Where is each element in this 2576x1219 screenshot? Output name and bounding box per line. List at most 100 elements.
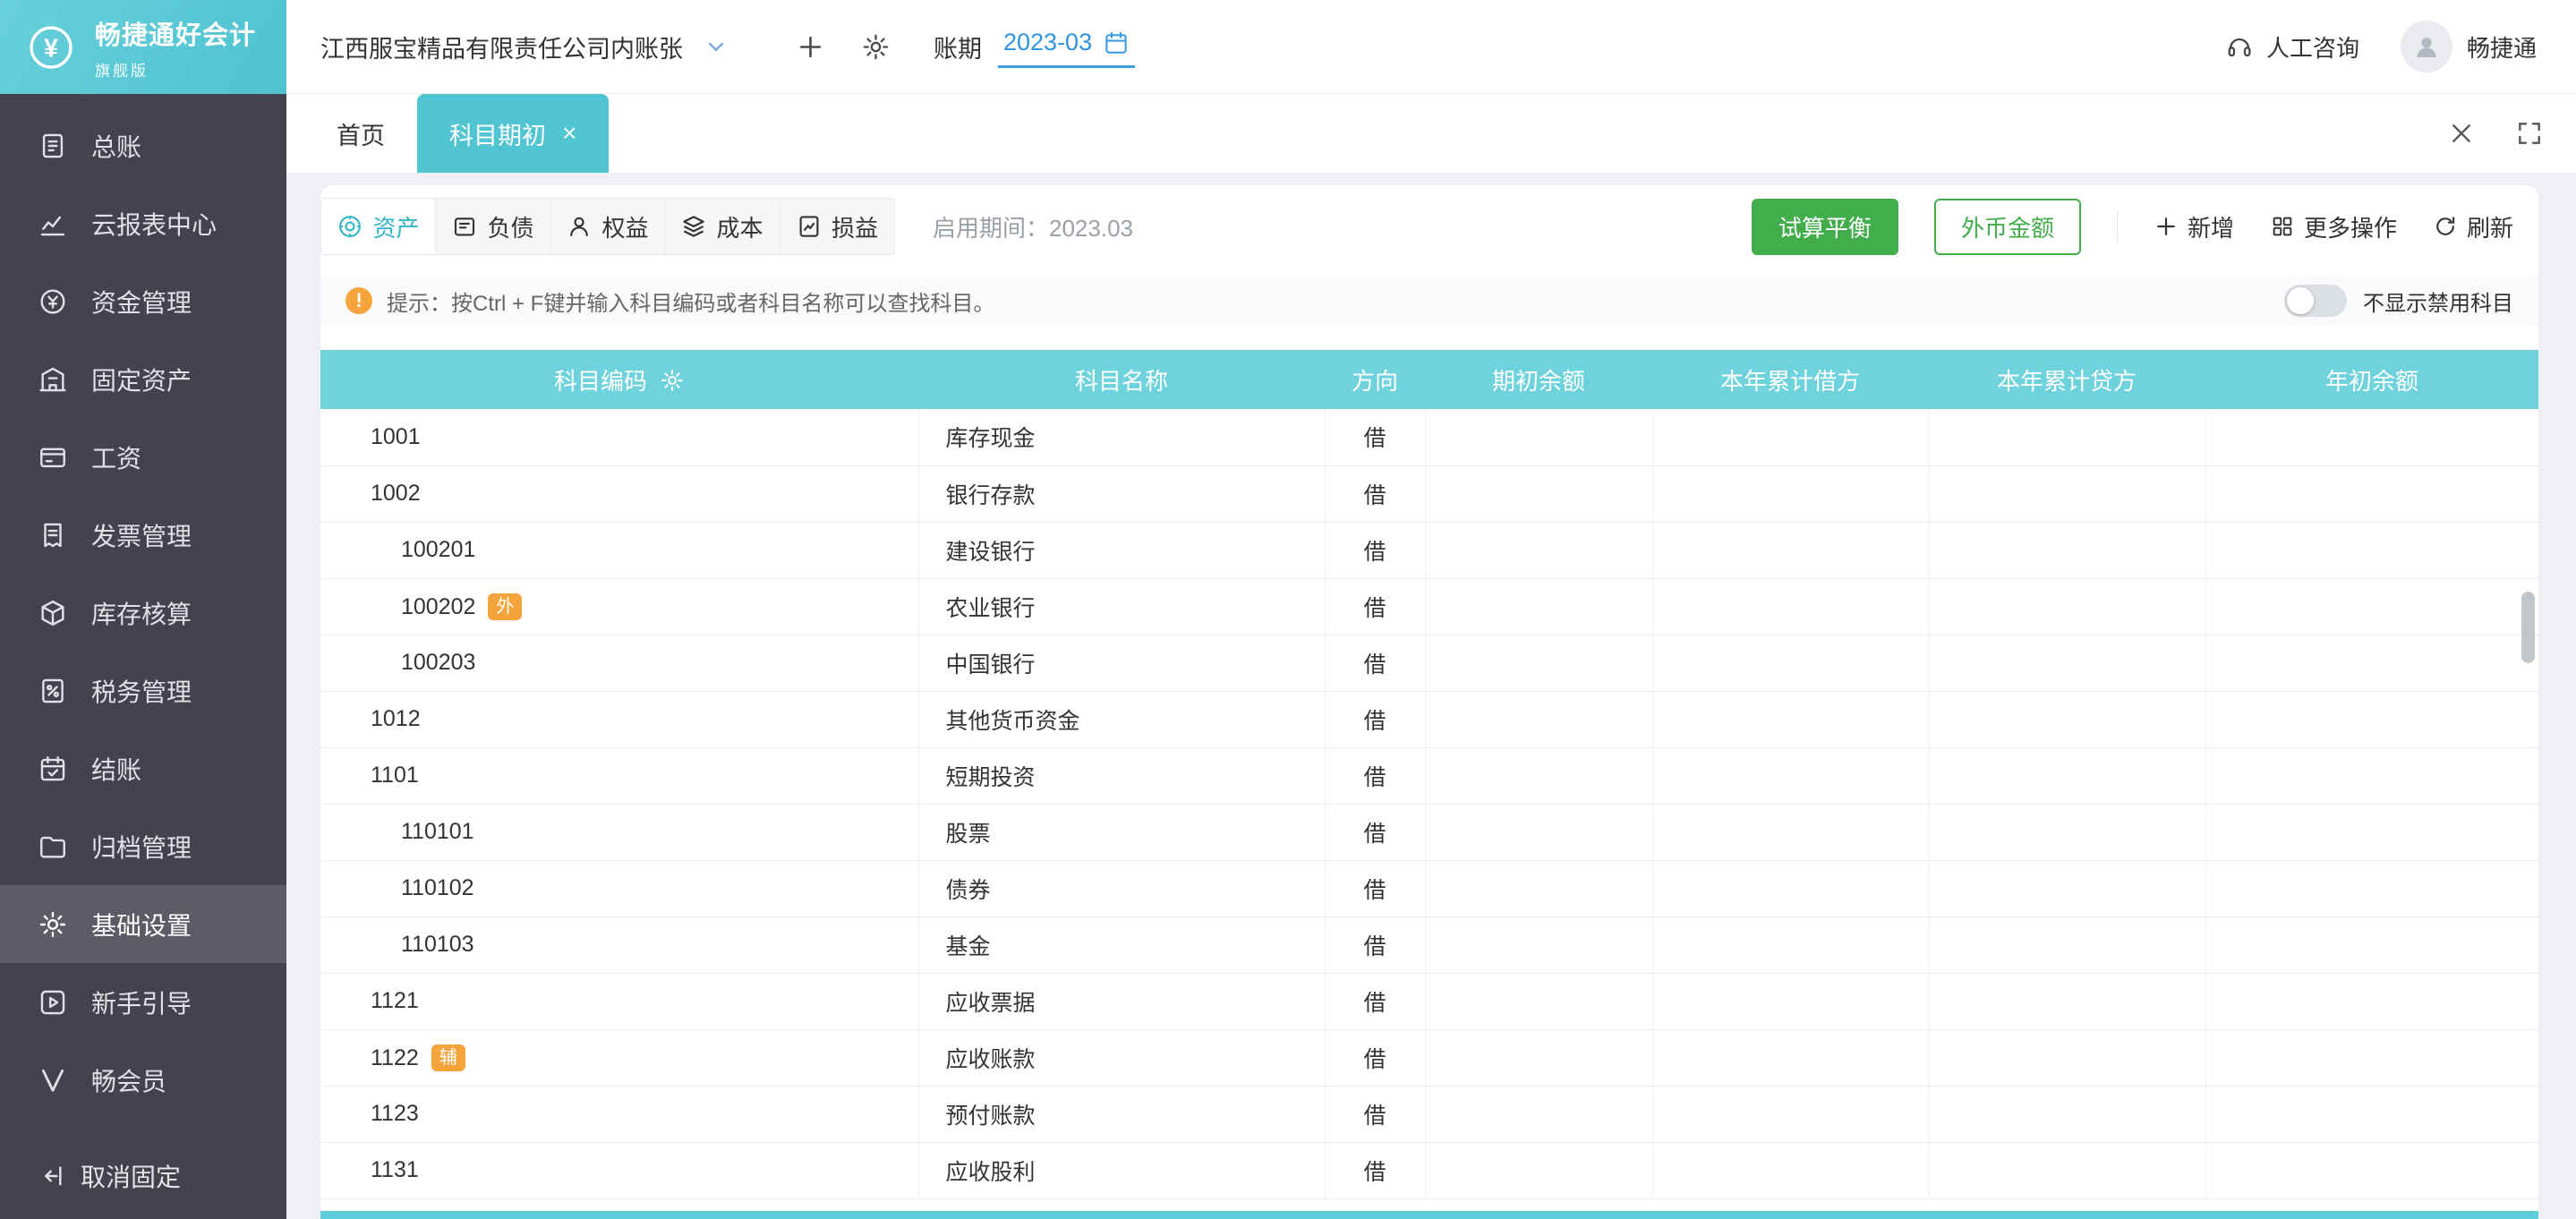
sidebar-item-guide[interactable]: 新手引导 (0, 963, 286, 1041)
category-tab-equity[interactable]: 权益 (550, 199, 665, 254)
tab-close-icon[interactable]: × (562, 121, 576, 146)
settings-gear-button[interactable] (861, 32, 891, 62)
add-button-topbar[interactable] (796, 32, 825, 62)
table-row[interactable]: 1012 其他货币资金借 (320, 691, 2538, 748)
direction-cell: 借 (1325, 860, 1426, 917)
sidebar-item-invoices[interactable]: 发票管理 (0, 496, 286, 574)
table-row[interactable]: 1123 预付账款借 (320, 1086, 2538, 1143)
table-row[interactable]: 1002 银行存款借 (320, 465, 2538, 523)
amount-cell (1652, 747, 1929, 805)
direction-cell: 借 (1325, 635, 1426, 692)
trial-balance-button[interactable]: 试算平衡 (1751, 198, 1898, 255)
refresh-button[interactable]: 刷新 (2433, 210, 2513, 243)
column-header-label: 本年累计借方 (1719, 367, 1860, 395)
support-button[interactable]: 人工咨询 (2225, 30, 2359, 64)
foreign-currency-button[interactable]: 外币金额 (1933, 198, 2081, 255)
add-subject-button[interactable]: 新增 (2154, 210, 2234, 243)
sidebar-item-inventory[interactable]: 库存核算 (0, 574, 286, 652)
subject-code: 1123 (371, 1101, 419, 1126)
amount-cell (2205, 916, 2538, 974)
amount-cell (2205, 1086, 2538, 1143)
sidebar-item-closing[interactable]: 结账 (0, 729, 286, 807)
column-header: 科目名称 (918, 350, 1325, 409)
table-row[interactable]: 1121 应收票据借 (320, 973, 2538, 1030)
sidebar-item-label: 结账 (91, 755, 142, 784)
category-tab-profit-loss[interactable]: 损益 (780, 199, 894, 254)
sidebar: ¥ 畅捷通好会计 旗舰版 总账 云报表中心 资金管理 固定资产 工资 发票管理 库存核算 税务… (0, 0, 286, 1219)
direction-cell: 借 (1325, 916, 1426, 974)
avatar[interactable] (2400, 21, 2452, 72)
svg-text:¥: ¥ (44, 34, 58, 63)
table-row[interactable]: 110101 股票借 (320, 804, 2538, 861)
subject-code-cell: 1101 (320, 747, 919, 805)
amount-cell (1652, 635, 1929, 692)
vertical-scrollbar[interactable] (2521, 592, 2535, 663)
direction-cell: 借 (1325, 522, 1426, 579)
unpin-button[interactable]: 取消固定 (0, 1133, 286, 1219)
direction-cell: 借 (1325, 1086, 1426, 1143)
subject-code-cell: 100203 (320, 635, 919, 692)
subject-code-cell: 1121 (320, 973, 919, 1030)
tip-text: 提示：按Ctrl + F键并输入科目编码或者科目名称可以查找科目。 (387, 291, 995, 316)
subject-name-cell: 中国银行 (918, 635, 1326, 692)
sidebar-item-member[interactable]: 畅会员 (0, 1041, 286, 1119)
sidebar-item-funds[interactable]: 资金管理 (0, 262, 286, 340)
sidebar-item-general-ledger[interactable]: 总账 (0, 107, 286, 184)
sidebar-item-payroll[interactable]: 工资 (0, 418, 286, 496)
table-row[interactable]: 1122 辅 应收账款借 (320, 1029, 2538, 1087)
table-row[interactable]: 1101 短期投资借 (320, 747, 2538, 805)
fullscreen-icon[interactable] (2515, 119, 2544, 148)
subject-name-cell: 应收票据 (918, 973, 1326, 1030)
subject-name-cell: 债券 (918, 860, 1326, 917)
table-row[interactable]: 100202 外 农业银行借 (320, 578, 2538, 635)
more-actions-button[interactable]: 更多操作 (2270, 210, 2397, 243)
category-tab-liabilities[interactable]: 负债 (436, 199, 550, 254)
sidebar-item-label: 税务管理 (91, 678, 192, 706)
sidebar-item-fixed-assets[interactable]: 固定资产 (0, 340, 286, 418)
period-value[interactable]: 2023-03 (998, 25, 1136, 68)
company-selector[interactable]: 江西服宝精品有限责任公司内账张 (320, 30, 729, 64)
category-tab-cost[interactable]: 成本 (665, 199, 780, 254)
sidebar-item-cloud-reports[interactable]: 云报表中心 (0, 184, 286, 262)
amount-cell (1928, 522, 2206, 579)
table-row[interactable]: 1131 应收股利借 (320, 1142, 2538, 1199)
closing-icon (38, 754, 68, 784)
column-header: 年初余额 (2205, 350, 2538, 409)
category-tab-assets[interactable]: 资产 (321, 199, 436, 254)
sidebar-item-label: 工资 (91, 444, 142, 473)
amount-cell (2205, 860, 2538, 917)
amount-cell (1928, 465, 2206, 523)
close-icon[interactable] (2447, 119, 2476, 148)
inventory-icon (38, 598, 68, 628)
table-row[interactable]: 1001 库存现金借 (320, 409, 2538, 466)
column-header-label: 方向 (1351, 367, 1398, 395)
table-row[interactable]: 100203 中国银行借 (320, 635, 2538, 692)
subject-code: 110101 (401, 819, 474, 844)
table-row[interactable]: 110103 基金借 (320, 916, 2538, 974)
amount-cell (1425, 747, 1653, 805)
category-tab-label: 资产 (372, 214, 420, 242)
direction-cell: 借 (1325, 691, 1426, 748)
column-header-label: 期初余额 (1491, 367, 1585, 395)
column-settings-gear-icon[interactable] (660, 368, 685, 393)
amount-cell (2205, 747, 2538, 805)
content-area: 资产 负债 权益 成本 损益 启用期间：2023.03 试算平衡 外币金额 新增 (286, 173, 2576, 1219)
category-tab-label: 成本 (716, 214, 763, 242)
fixed-asset-icon (38, 364, 68, 395)
amount-cell (1652, 916, 1929, 974)
amount-cell (1928, 804, 2206, 861)
tab-subject-opening[interactable]: 科目期初 × (417, 94, 610, 173)
amount-cell (1928, 1029, 2206, 1087)
amount-cell (2205, 804, 2538, 861)
hide-disabled-toggle[interactable] (2284, 285, 2347, 317)
sidebar-item-tax[interactable]: 税务管理 (0, 652, 286, 729)
tab-home[interactable]: 首页 (304, 94, 417, 173)
table-row[interactable]: 100201 建设银行借 (320, 522, 2538, 579)
table-row[interactable]: 110102 债券借 (320, 860, 2538, 917)
asset-cat-icon (337, 213, 363, 240)
amount-cell (1425, 804, 1653, 861)
sidebar-item-settings[interactable]: 基础设置 (0, 885, 286, 963)
amount-cell (1652, 1086, 1929, 1143)
sidebar-item-archive[interactable]: 归档管理 (0, 807, 286, 885)
app-window: ¥ 畅捷通好会计 旗舰版 总账 云报表中心 资金管理 固定资产 工资 发票管理 库存核算 税务… (0, 0, 2576, 1219)
